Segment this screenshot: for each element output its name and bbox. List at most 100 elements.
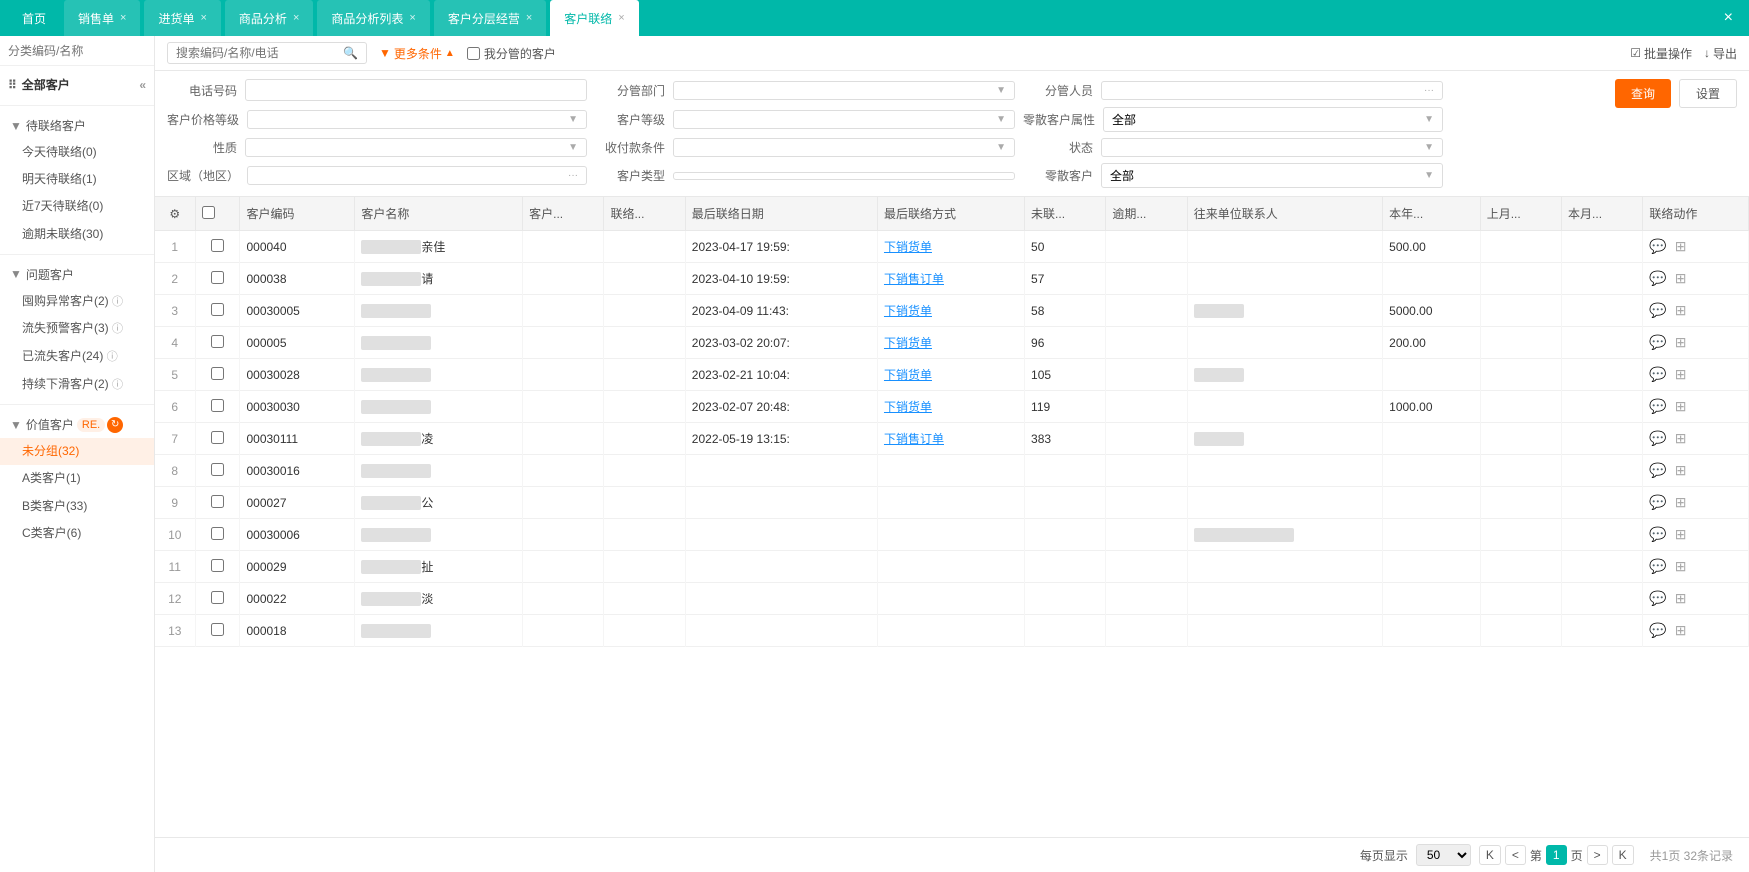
message-icon[interactable]: 💬 — [1649, 238, 1666, 255]
my-customer-checkbox[interactable]: 我分管的客户 — [467, 45, 556, 62]
sidebar-value-header[interactable]: ▼ 价值客户 RE. ↻ — [0, 411, 154, 438]
message-icon[interactable]: 💬 — [1649, 334, 1666, 351]
close-icon[interactable]: × — [409, 12, 415, 24]
grid-action-icon[interactable]: ⊞ — [1675, 238, 1687, 255]
field-status-control[interactable]: ▼ — [1101, 138, 1443, 157]
message-icon[interactable]: 💬 — [1649, 494, 1666, 511]
settings-col-header[interactable]: ⚙ — [155, 197, 195, 231]
sidebar-item-churn-warning[interactable]: 流失预警客户(3) ⓘ — [0, 315, 154, 343]
grid-action-icon[interactable]: ⊞ — [1675, 494, 1687, 511]
sidebar-waiting-header[interactable]: ▼ 待联络客户 — [0, 112, 154, 139]
row-checkbox[interactable] — [211, 431, 224, 444]
grid-action-icon[interactable]: ⊞ — [1675, 270, 1687, 287]
col-checkbox[interactable] — [195, 197, 240, 231]
field-customer-level-control[interactable]: ▼ — [673, 110, 1015, 129]
nav-tab-analysis[interactable]: 商品分析 × — [225, 0, 313, 36]
row-checkbox[interactable] — [211, 335, 224, 348]
sidebar-item-today[interactable]: 今天待联络(0) — [0, 139, 154, 166]
nav-tab-customer-tier[interactable]: 客户分层经营 × — [434, 0, 546, 36]
last-method-link[interactable]: 下销货单 — [884, 368, 932, 382]
grid-action-icon[interactable]: ⊞ — [1675, 302, 1687, 319]
row-checkbox[interactable] — [211, 559, 224, 572]
field-customer-type-control[interactable] — [673, 172, 1015, 180]
sidebar-item-tomorrow[interactable]: 明天待联络(1) — [0, 166, 154, 193]
prev-page-btn[interactable]: < — [1505, 845, 1526, 865]
field-manager-control[interactable]: ··· — [1101, 81, 1443, 100]
close-icon[interactable]: × — [120, 12, 126, 24]
field-price-level-control[interactable]: ▼ — [247, 110, 587, 129]
row-checkbox[interactable] — [211, 367, 224, 380]
field-phone-input[interactable] — [254, 83, 578, 97]
main-search-box[interactable]: 🔍 — [167, 42, 367, 64]
more-filter-btn[interactable]: ▼ 更多条件 ▲ — [379, 45, 455, 62]
row-checkbox[interactable] — [211, 591, 224, 604]
field-retail-customer-control[interactable]: 全部 ▼ — [1101, 163, 1443, 188]
next-page-btn[interactable]: > — [1587, 845, 1608, 865]
close-icon[interactable]: × — [526, 12, 532, 24]
sidebar-item-group-c[interactable]: C类客户(6) — [0, 520, 154, 547]
last-method-link[interactable]: 下销货单 — [884, 240, 932, 254]
row-checkbox[interactable] — [211, 399, 224, 412]
sidebar-item-7days[interactable]: 近7天待联络(0) — [0, 193, 154, 220]
select-all-checkbox[interactable] — [202, 206, 215, 219]
row-checkbox[interactable] — [211, 463, 224, 476]
grid-action-icon[interactable]: ⊞ — [1675, 462, 1687, 479]
message-icon[interactable]: 💬 — [1649, 270, 1666, 287]
message-icon[interactable]: 💬 — [1649, 398, 1666, 415]
grid-action-icon[interactable]: ⊞ — [1675, 430, 1687, 447]
grid-action-icon[interactable]: ⊞ — [1675, 590, 1687, 607]
page-size-select[interactable]: 50 100 — [1416, 844, 1471, 866]
nav-tab-customer-contact[interactable]: 客户联络 × — [550, 0, 638, 36]
message-icon[interactable]: 💬 — [1649, 622, 1666, 639]
message-icon[interactable]: 💬 — [1649, 462, 1666, 479]
my-customer-check[interactable] — [467, 47, 480, 60]
field-phone-control[interactable] — [245, 79, 587, 101]
row-checkbox[interactable] — [211, 303, 224, 316]
close-icon[interactable]: × — [618, 12, 624, 24]
row-checkbox[interactable] — [211, 623, 224, 636]
sidebar-item-declining[interactable]: 持续下滑客户(2) ⓘ — [0, 371, 154, 399]
sidebar-item-overdue[interactable]: 逾期未联络(30) — [0, 221, 154, 248]
message-icon[interactable]: 💬 — [1649, 526, 1666, 543]
last-method-link[interactable]: 下销售订单 — [884, 272, 944, 286]
sidebar-item-hoarding[interactable]: 囤购异常客户(2) ⓘ — [0, 288, 154, 316]
field-dept-control[interactable]: ▼ — [673, 81, 1015, 100]
nav-tab-analysis-list[interactable]: 商品分析列表 × — [317, 0, 429, 36]
row-checkbox[interactable] — [211, 239, 224, 252]
field-payment-control[interactable]: ▼ — [673, 138, 1015, 157]
last-method-link[interactable]: 下销货单 — [884, 304, 932, 318]
last-page-btn[interactable]: K — [1612, 845, 1634, 865]
last-method-link[interactable]: 下销售订单 — [884, 432, 944, 446]
message-icon[interactable]: 💬 — [1649, 366, 1666, 383]
sidebar-item-group-b[interactable]: B类客户(33) — [0, 493, 154, 520]
row-checkbox[interactable] — [211, 527, 224, 540]
first-page-btn[interactable]: K — [1479, 845, 1501, 865]
grid-action-icon[interactable]: ⊞ — [1675, 398, 1687, 415]
grid-action-icon[interactable]: ⊞ — [1675, 366, 1687, 383]
message-icon[interactable]: 💬 — [1649, 302, 1666, 319]
grid-action-icon[interactable]: ⊞ — [1675, 622, 1687, 639]
grid-action-icon[interactable]: ⊞ — [1675, 558, 1687, 575]
main-search-input[interactable] — [176, 46, 343, 60]
refresh-icon[interactable]: ↻ — [107, 417, 123, 433]
sidebar-item-ungroup[interactable]: 未分组(32) — [0, 438, 154, 465]
nav-tab-sales[interactable]: 销售单 × — [64, 0, 140, 36]
batch-op-btn[interactable]: ☑ 批量操作 — [1630, 45, 1692, 62]
sidebar-all-customers[interactable]: ⠿ 全部客户 « — [0, 70, 154, 99]
search-button[interactable]: 查询 — [1615, 79, 1671, 108]
close-icon[interactable]: × — [293, 12, 299, 24]
sidebar-search-input[interactable] — [8, 44, 155, 58]
nav-tab-purchase[interactable]: 进货单 × — [144, 0, 220, 36]
sidebar-problem-header[interactable]: ▼ 问题客户 — [0, 261, 154, 288]
field-region-control[interactable]: ··· — [247, 166, 587, 185]
last-method-link[interactable]: 下销货单 — [884, 336, 932, 350]
reset-button[interactable]: 设置 — [1679, 79, 1737, 108]
export-btn[interactable]: ↓ 导出 — [1704, 45, 1737, 62]
grid-action-icon[interactable]: ⊞ — [1675, 526, 1687, 543]
sidebar-item-churned[interactable]: 已流失客户(24) ⓘ — [0, 343, 154, 371]
grid-action-icon[interactable]: ⊞ — [1675, 334, 1687, 351]
row-checkbox[interactable] — [211, 271, 224, 284]
sidebar-search-box[interactable]: 🔍 — [0, 36, 154, 66]
field-nature-control[interactable]: ▼ — [245, 138, 587, 157]
message-icon[interactable]: 💬 — [1649, 590, 1666, 607]
